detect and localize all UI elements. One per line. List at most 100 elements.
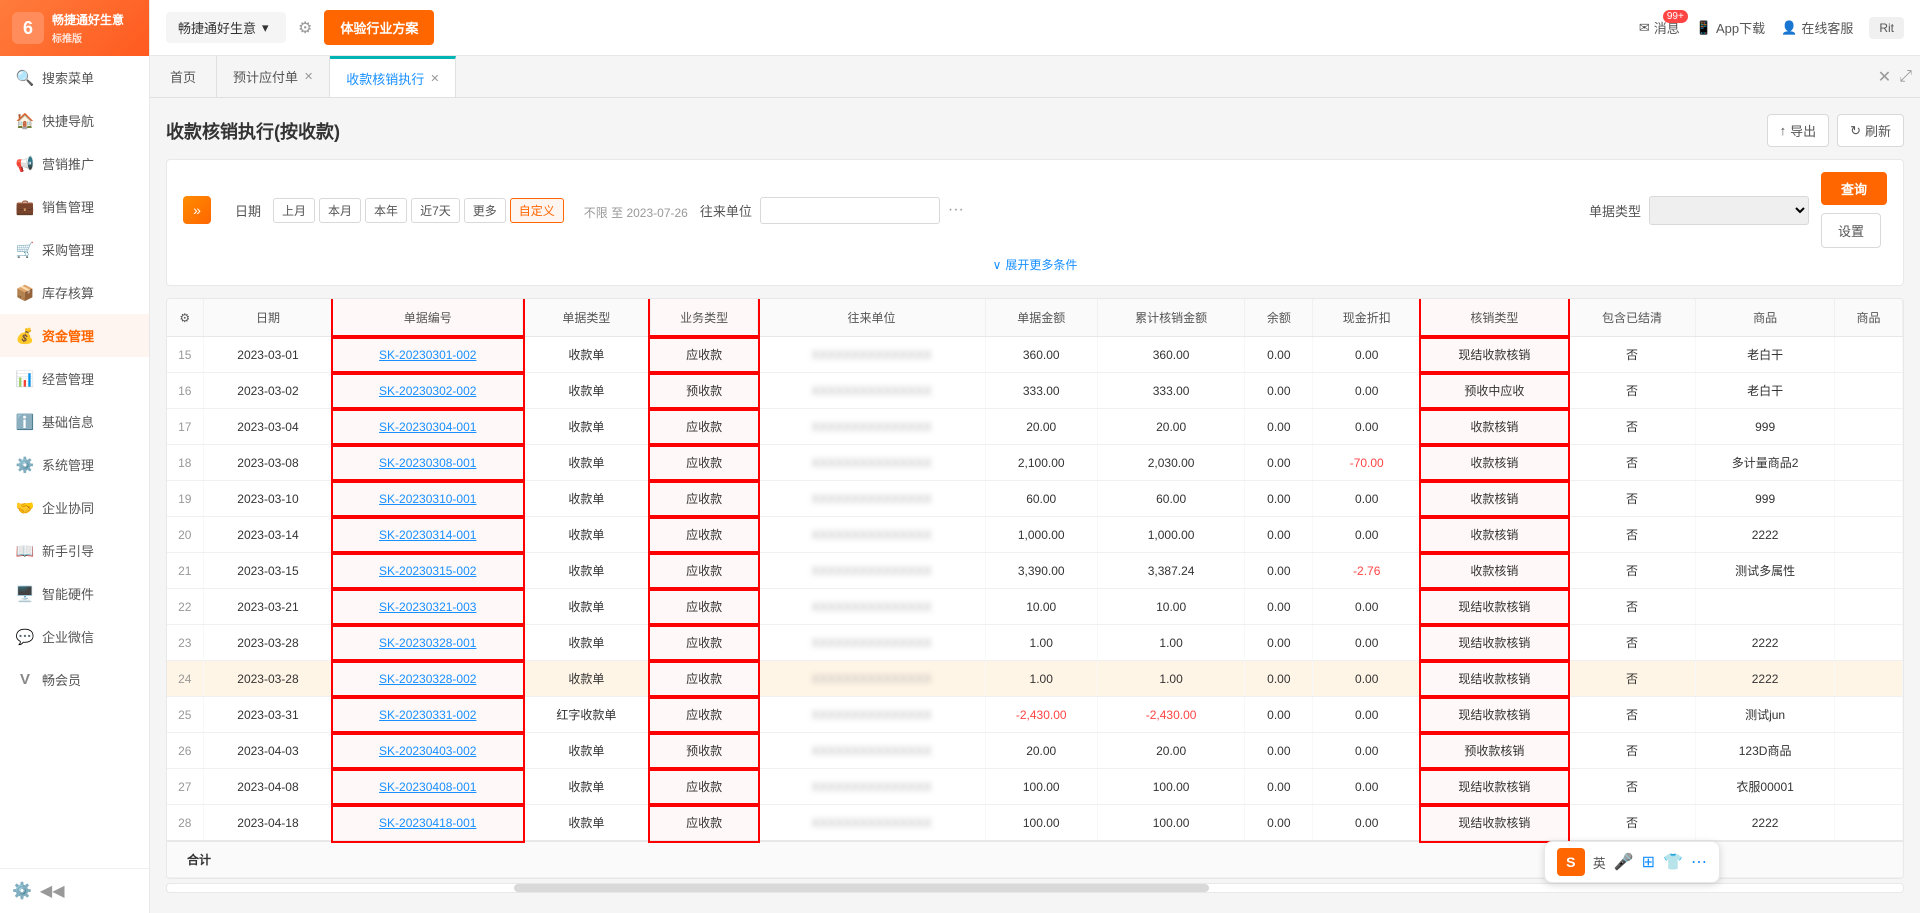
row-balance: 0.00 <box>1245 805 1313 842</box>
row-cancel-type: 收款核销 <box>1421 445 1569 481</box>
company-selector[interactable]: 畅捷通好生意 ▾ <box>166 12 286 43</box>
col-unit-header: 往来单位 <box>758 299 985 337</box>
sidebar-item-quick-nav[interactable]: 🏠快捷导航 <box>0 99 149 142</box>
col-product2-header: 商品 <box>1834 299 1902 337</box>
sidebar-item-collab[interactable]: 🤝企业协同 <box>0 486 149 529</box>
filter-toggle-button[interactable]: » <box>183 196 211 224</box>
date-last-7days-button[interactable]: 近7天 <box>411 198 460 223</box>
sidebar-item-wechat[interactable]: 💬企业微信 <box>0 615 149 658</box>
export-button[interactable]: ↑ 导出 <box>1767 114 1830 147</box>
page-content: 收款核销执行(按收款) ↑ 导出 ↻ 刷新 » 日期 上月 本月 <box>150 98 1920 913</box>
row-amount: 100.00 <box>985 805 1097 842</box>
maximize-icon[interactable]: ⤢ <box>1899 68 1912 86</box>
sidebar-item-basic-info[interactable]: ℹ️基础信息 <box>0 400 149 443</box>
row-cash-discount: 0.00 <box>1313 625 1421 661</box>
row-cash-discount: 0.00 <box>1313 481 1421 517</box>
sidebar-item-hardware[interactable]: 🖥️智能硬件 <box>0 572 149 615</box>
sidebar-item-label: 库存核算 <box>42 283 94 302</box>
floating-settings2-icon[interactable]: ⋯ <box>1691 852 1707 872</box>
row-bill-type: 收款单 <box>523 481 651 517</box>
col-settings-icon[interactable]: ⚙ <box>167 299 203 337</box>
sidebar-item-finance[interactable]: 💰资金管理 <box>0 314 149 357</box>
tab-prepay[interactable]: 预计应付单 ✕ <box>217 56 330 97</box>
collab-icon: 🤝 <box>16 499 34 517</box>
row-bill-type: 收款单 <box>523 661 651 697</box>
sidebar-item-guide[interactable]: 📖新手引导 <box>0 529 149 572</box>
unit-filter-input[interactable] <box>760 197 940 224</box>
more-options-icon[interactable]: ··· <box>948 201 964 219</box>
online-service-button[interactable]: 👤 在线客服 <box>1781 18 1853 37</box>
refresh-button[interactable]: ↻ 刷新 <box>1837 114 1904 147</box>
wechat-icon: 💬 <box>16 628 34 646</box>
row-balance: 0.00 <box>1245 409 1313 445</box>
settings-button[interactable]: 设置 <box>1821 213 1881 248</box>
row-cancel-type: 现结收款核销 <box>1421 697 1569 733</box>
date-last-month-button[interactable]: 上月 <box>273 198 315 223</box>
date-more-button[interactable]: 更多 <box>464 198 506 223</box>
settings-icon[interactable]: ⚙️ <box>12 881 32 901</box>
marketing-icon: 📢 <box>16 155 34 173</box>
system-icon: ⚙️ <box>16 456 34 474</box>
row-number: 20 <box>167 517 203 553</box>
floating-mic-icon[interactable]: 🎤 <box>1614 852 1634 872</box>
row-order-no: SK-20230408-001 <box>333 769 523 805</box>
tab-home[interactable]: 首页 <box>150 56 217 97</box>
tab-prepay-close[interactable]: ✕ <box>304 70 313 83</box>
message-badge: 99+ <box>1663 10 1688 23</box>
sidebar-item-purchase[interactable]: 🛒采购管理 <box>0 228 149 271</box>
sidebar-item-search[interactable]: 🔍搜索菜单 <box>0 56 149 99</box>
row-biz-type: 预收款 <box>650 733 758 769</box>
row-bill-type: 收款单 <box>523 517 651 553</box>
sidebar-item-label: 营销推广 <box>42 154 94 173</box>
user-info[interactable]: Rit <box>1869 17 1904 39</box>
sidebar-item-marketing[interactable]: 📢 营销推广 <box>0 142 149 185</box>
collapse-icon[interactable]: ◀◀ <box>40 881 65 901</box>
sidebar-item-sales[interactable]: 💼销售管理 <box>0 185 149 228</box>
date-quick-buttons: 上月 本月 本年 近7天 更多 自定义 <box>273 198 564 223</box>
floating-s-icon[interactable]: S <box>1557 848 1585 876</box>
filter-row: » 日期 上月 本月 本年 近7天 更多 自定义 不限 至 2023-07-26… <box>183 172 1887 248</box>
col-bill-type-header: 单据类型 <box>523 299 651 337</box>
service-icon: 👤 <box>1781 20 1797 36</box>
floating-grid-icon[interactable]: ⊞ <box>1642 852 1655 872</box>
floating-shirt-icon[interactable]: 👕 <box>1663 852 1683 872</box>
row-biz-type: 应收款 <box>650 661 758 697</box>
row-biz-type: 应收款 <box>650 769 758 805</box>
row-product: 测试jun <box>1696 697 1835 733</box>
tab-collection-close[interactable]: ✕ <box>430 72 439 85</box>
row-product: 多计量商品2 <box>1696 445 1835 481</box>
row-product: 2222 <box>1696 805 1835 842</box>
date-custom-button[interactable]: 自定义 <box>510 198 564 223</box>
app-download-button[interactable]: 📱 App下载 <box>1696 18 1765 37</box>
sidebar-item-inventory[interactable]: 📦库存核算 <box>0 271 149 314</box>
horizontal-scrollbar[interactable] <box>166 883 1904 893</box>
sidebar-item-operations[interactable]: 📊经营管理 <box>0 357 149 400</box>
query-button[interactable]: 查询 <box>1821 172 1887 205</box>
sidebar-item-member[interactable]: V畅会员 <box>0 658 149 701</box>
row-cash-discount: 0.00 <box>1313 769 1421 805</box>
message-button[interactable]: ✉ 消息 99+ <box>1639 18 1680 37</box>
gear-icon[interactable]: ⚙ <box>298 18 312 38</box>
close-tab-icon[interactable]: ✕ <box>1878 67 1891 87</box>
sidebar-item-system[interactable]: ⚙️系统管理 <box>0 443 149 486</box>
row-product2 <box>1834 337 1902 373</box>
row-order-no: SK-20230304-001 <box>333 409 523 445</box>
expand-filter-button[interactable]: ∨ 展开更多条件 <box>183 256 1887 273</box>
row-cancel-type: 现结收款核销 <box>1421 625 1569 661</box>
date-this-month-button[interactable]: 本月 <box>319 198 361 223</box>
row-unit: XXXXXXXXXXXXXXX <box>758 481 985 517</box>
type-filter-select[interactable] <box>1649 196 1809 225</box>
tab-home-label: 首页 <box>170 67 196 86</box>
date-this-year-button[interactable]: 本年 <box>365 198 407 223</box>
row-cash-discount: -2.76 <box>1313 553 1421 589</box>
row-product2 <box>1834 697 1902 733</box>
row-biz-type: 应收款 <box>650 553 758 589</box>
row-amount: 2,100.00 <box>985 445 1097 481</box>
app-name: 畅捷通好生意 <box>52 11 124 28</box>
tab-collection[interactable]: 收款核销执行 ✕ <box>330 56 456 97</box>
unit-filter-label: 往来单位 <box>700 201 752 220</box>
row-included: 否 <box>1568 805 1696 842</box>
sidebar-item-label: 资金管理 <box>42 326 94 345</box>
industry-solution-button[interactable]: 体验行业方案 <box>324 10 434 45</box>
row-balance: 0.00 <box>1245 517 1313 553</box>
